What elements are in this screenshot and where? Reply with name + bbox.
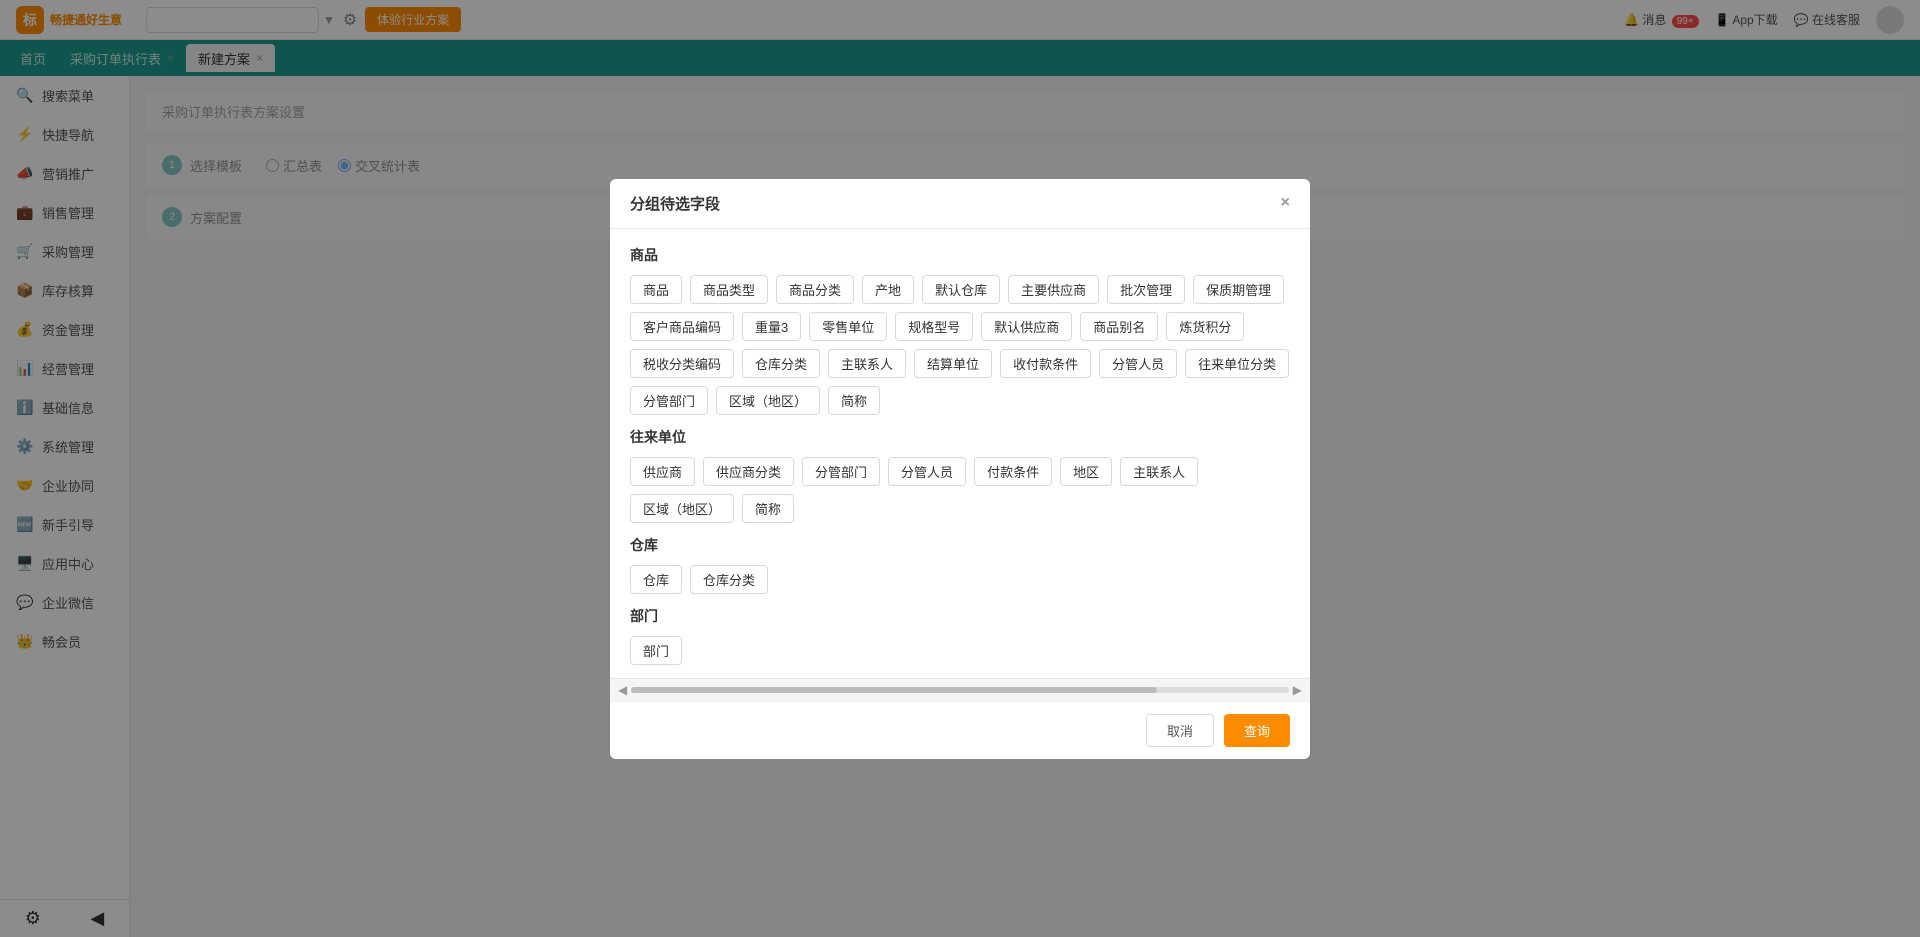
field-tag-简称[interactable]: 简称 <box>742 494 794 523</box>
modal-title: 分组待选字段 <box>630 193 720 214</box>
field-tag-默认供应商[interactable]: 默认供应商 <box>981 312 1072 341</box>
field-tag-仓库分类[interactable]: 仓库分类 <box>742 349 820 378</box>
section-title-商品: 商品 <box>630 245 1290 265</box>
field-tag-炼货积分[interactable]: 炼货积分 <box>1166 312 1244 341</box>
hscroll-right-arrow[interactable]: ▶ <box>1293 683 1302 697</box>
field-tag-分管部门[interactable]: 分管部门 <box>630 386 708 415</box>
field-tag-规格型号[interactable]: 规格型号 <box>895 312 973 341</box>
section-title-仓库: 仓库 <box>630 535 1290 555</box>
section-title-往来单位: 往来单位 <box>630 427 1290 447</box>
horizontal-scrollbar[interactable]: ◀ ▶ <box>610 678 1310 701</box>
field-tag-零售单位[interactable]: 零售单位 <box>809 312 887 341</box>
field-tag-批次管理[interactable]: 批次管理 <box>1107 275 1185 304</box>
field-tag-税收分类编码[interactable]: 税收分类编码 <box>630 349 734 378</box>
field-tag-供应商分类[interactable]: 供应商分类 <box>703 457 794 486</box>
field-tag-付款条件[interactable]: 付款条件 <box>974 457 1052 486</box>
section-title-部门: 部门 <box>630 606 1290 626</box>
field-tag-商品分类[interactable]: 商品分类 <box>776 275 854 304</box>
field-tag-主联系人[interactable]: 主联系人 <box>828 349 906 378</box>
modal-body: 商品商品商品类型商品分类产地默认仓库主要供应商批次管理保质期管理客户商品编码重量… <box>610 229 1310 678</box>
field-tag-分管人员[interactable]: 分管人员 <box>1099 349 1177 378</box>
modal-overlay: 分组待选字段 × 商品商品商品类型商品分类产地默认仓库主要供应商批次管理保质期管… <box>0 0 1920 937</box>
field-tag-区域（地区）[interactable]: 区域（地区） <box>716 386 820 415</box>
field-tag-产地[interactable]: 产地 <box>862 275 914 304</box>
field-tags-商品: 商品商品类型商品分类产地默认仓库主要供应商批次管理保质期管理客户商品编码重量3 零… <box>630 275 1290 415</box>
field-tag-简称[interactable]: 简称 <box>828 386 880 415</box>
field-tag-保质期管理[interactable]: 保质期管理 <box>1193 275 1284 304</box>
field-tag-客户商品编码[interactable]: 客户商品编码 <box>630 312 734 341</box>
field-tag-主联系人[interactable]: 主联系人 <box>1120 457 1198 486</box>
field-tag-往来单位分类[interactable]: 往来单位分类 <box>1185 349 1289 378</box>
field-tag-商品[interactable]: 商品 <box>630 275 682 304</box>
field-tag-收付款条件[interactable]: 收付款条件 <box>1000 349 1091 378</box>
confirm-button[interactable]: 查询 <box>1224 714 1290 747</box>
field-tags-仓库: 仓库仓库分类 <box>630 565 1290 594</box>
field-tag-结算单位[interactable]: 结算单位 <box>914 349 992 378</box>
hscroll-left-arrow[interactable]: ◀ <box>618 683 627 697</box>
field-tag-重量3[interactable]: 重量3 <box>742 312 801 341</box>
field-tag-供应商[interactable]: 供应商 <box>630 457 695 486</box>
field-tag-区域（地区）[interactable]: 区域（地区） <box>630 494 734 523</box>
field-tag-部门[interactable]: 部门 <box>630 636 682 665</box>
field-tag-分管人员[interactable]: 分管人员 <box>888 457 966 486</box>
hscroll-track <box>631 687 1289 693</box>
field-tag-商品别名[interactable]: 商品别名 <box>1080 312 1158 341</box>
field-tag-主要供应商[interactable]: 主要供应商 <box>1008 275 1099 304</box>
modal-close-button[interactable]: × <box>1281 194 1290 212</box>
field-tags-部门: 部门 <box>630 636 1290 665</box>
field-tag-分管部门[interactable]: 分管部门 <box>802 457 880 486</box>
modal-footer: 取消 查询 <box>610 701 1310 759</box>
field-tags-往来单位: 供应商供应商分类分管部门分管人员付款条件地区主联系人区域（地区） 简称 <box>630 457 1290 523</box>
field-tag-地区[interactable]: 地区 <box>1060 457 1112 486</box>
modal-header: 分组待选字段 × <box>610 179 1310 229</box>
hscroll-thumb <box>631 687 1157 693</box>
field-tag-仓库分类[interactable]: 仓库分类 <box>690 565 768 594</box>
field-tag-仓库[interactable]: 仓库 <box>630 565 682 594</box>
cancel-button[interactable]: 取消 <box>1146 714 1214 747</box>
field-tag-商品类型[interactable]: 商品类型 <box>690 275 768 304</box>
field-select-modal: 分组待选字段 × 商品商品商品类型商品分类产地默认仓库主要供应商批次管理保质期管… <box>610 179 1310 759</box>
field-tag-默认仓库[interactable]: 默认仓库 <box>922 275 1000 304</box>
